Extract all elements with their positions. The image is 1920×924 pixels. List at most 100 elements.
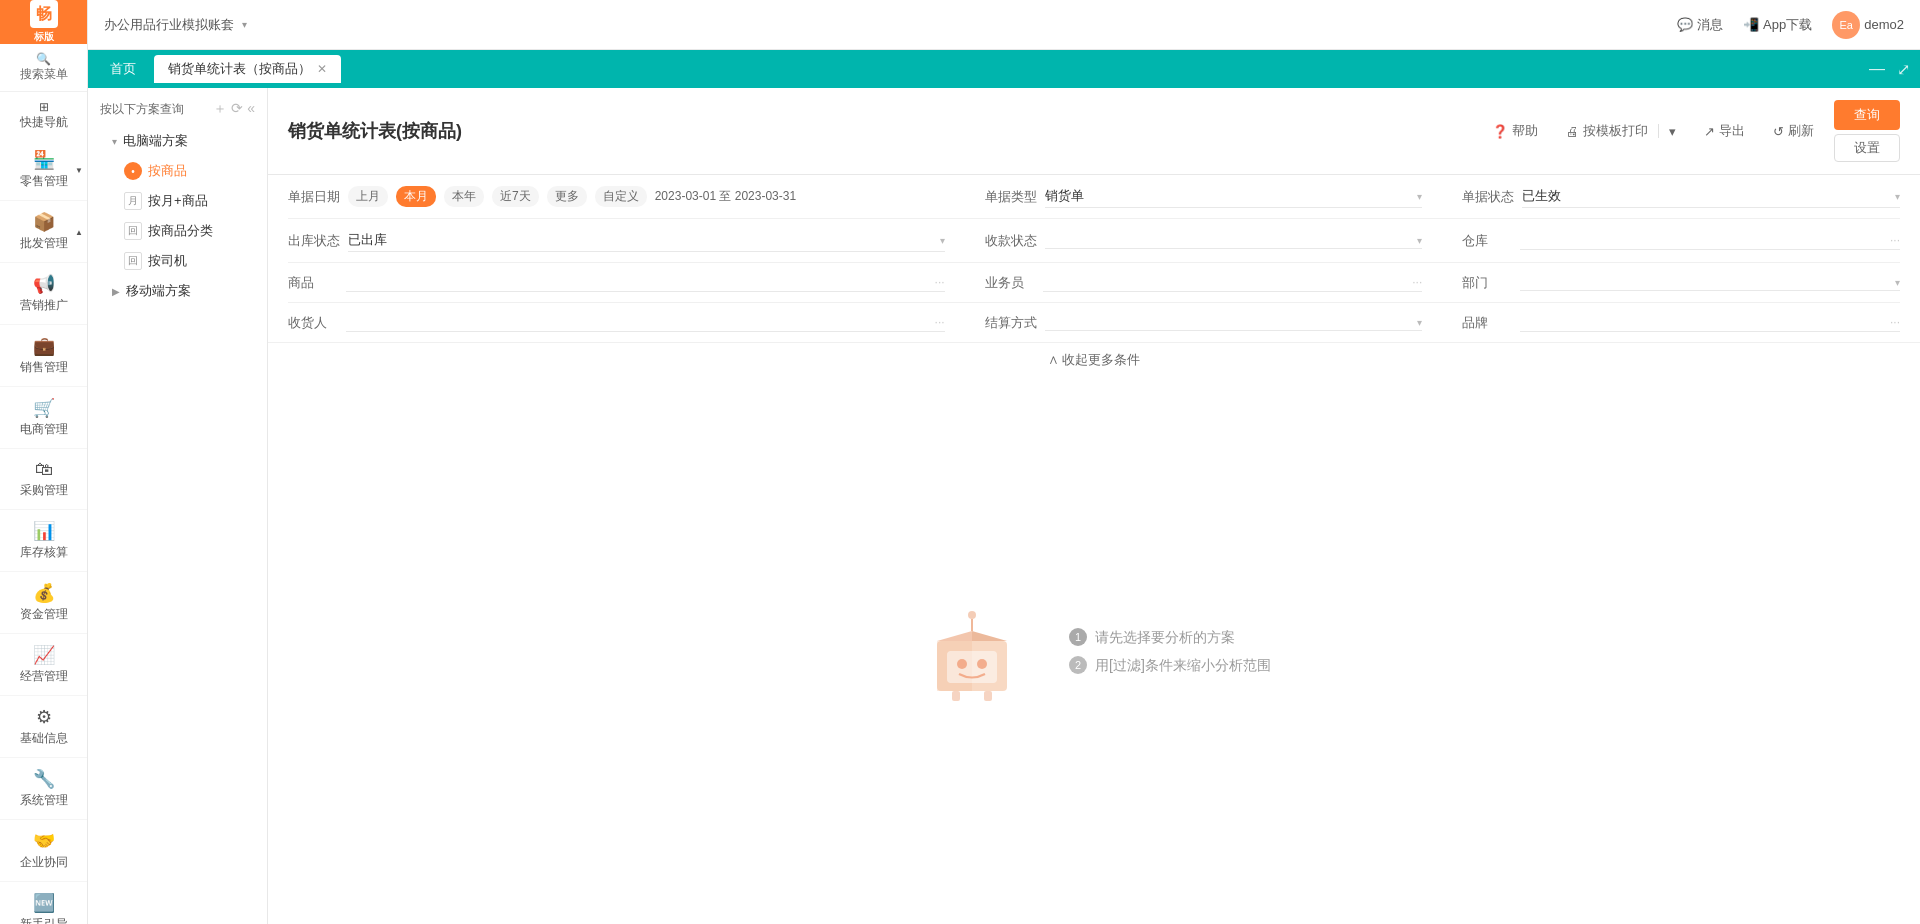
tree-item-by-goods-cat[interactable]: 回 按商品分类	[88, 216, 267, 246]
warehouse-dots: ···	[1890, 233, 1900, 247]
app-download-action[interactable]: 📲 App下载	[1743, 16, 1812, 34]
date-tag-this-month[interactable]: 本月	[396, 186, 436, 207]
app-logo: 畅 标版	[0, 0, 87, 44]
tab-close-icon[interactable]: ✕	[317, 62, 327, 76]
sidebar-item-purchase[interactable]: 🛍 采购管理	[0, 449, 87, 510]
panel-actions: ＋ ⟳ «	[213, 100, 255, 118]
doc-status-arrow: ▾	[1895, 191, 1900, 202]
collect-control[interactable]: ▾	[1045, 233, 1423, 249]
tab-home-label: 首页	[110, 60, 136, 78]
svg-point-3	[957, 659, 967, 669]
refresh-action[interactable]: ↺ 刷新	[1765, 118, 1822, 144]
empty-tip-2: 2 用[过滤]条件来缩小分析范围	[1069, 651, 1271, 679]
doc-status-value: 已生效	[1522, 187, 1895, 205]
tree-item-by-goods[interactable]: • 按商品	[88, 156, 267, 186]
warehouse-control[interactable]: ···	[1520, 231, 1900, 250]
sidebar-search[interactable]: 🔍 搜索菜单	[0, 44, 87, 92]
settle-label: 结算方式	[985, 314, 1037, 332]
filter-area: 单据日期 上月 本月 本年 近7天 更多 自定义 2023-03-01 至 20…	[268, 175, 1920, 342]
message-action[interactable]: 💬 消息	[1677, 16, 1723, 34]
sidebar-item-retail[interactable]: 🏪 零售管理	[0, 139, 87, 201]
sidebar-item-newbie[interactable]: 🆕 新手引导	[0, 882, 87, 924]
out-status-value: 已出库	[348, 231, 940, 249]
staff-control[interactable]: ···	[1043, 273, 1423, 292]
breadcrumb-text[interactable]: 办公用品行业模拟账套	[104, 16, 234, 34]
settings-button[interactable]: 设置	[1834, 134, 1900, 162]
refresh-label: 刷新	[1788, 122, 1814, 140]
sidebar-item-ecommerce[interactable]: 🛒 电商管理	[0, 387, 87, 449]
print-label-btn[interactable]: 🖨 按模板打印	[1558, 118, 1656, 144]
tree-goods-cat-icon: 回	[124, 222, 142, 240]
tree-pc-section[interactable]: ▾ 电脑端方案	[88, 126, 267, 156]
panel-title: 按以下方案查询	[100, 101, 184, 118]
date-tag-custom[interactable]: 自定义	[595, 186, 647, 207]
print-dropdown-btn[interactable]: ▾	[1661, 120, 1684, 143]
sidebar-quick-nav[interactable]: ⊞ 快捷导航	[0, 92, 87, 139]
filter-doc-type: 单据类型 销货单 ▾	[985, 185, 1423, 208]
svg-rect-8	[984, 691, 992, 701]
date-tag-more[interactable]: 更多	[547, 186, 587, 207]
sidebar-item-basic[interactable]: ⚙ 基础信息	[0, 696, 87, 758]
panel-refresh-icon[interactable]: ⟳	[231, 100, 243, 118]
tab-maximize-icon[interactable]: ⤢	[1895, 58, 1912, 81]
panel-collapse-icon[interactable]: «	[247, 100, 255, 118]
help-action[interactable]: ❓ 帮助	[1484, 118, 1546, 144]
doc-type-label: 单据类型	[985, 188, 1037, 206]
sidebar-item-inventory[interactable]: 📊 库存核算	[0, 510, 87, 572]
out-status-arrow: ▾	[940, 235, 945, 246]
filter-dept: 部门 ▾	[1462, 274, 1900, 292]
filter-brand: 品牌 ···	[1462, 313, 1900, 332]
collapse-more-row[interactable]: ∧ 收起更多条件	[268, 342, 1920, 377]
breadcrumb-dropdown-icon[interactable]: ▾	[242, 19, 247, 30]
panel-add-icon[interactable]: ＋	[213, 100, 227, 118]
tab-stats-label: 销货单统计表（按商品）	[168, 60, 311, 78]
out-status-control[interactable]: 已出库 ▾	[348, 229, 945, 252]
tab-stats[interactable]: 销货单统计表（按商品） ✕	[154, 55, 341, 83]
tree-selected-dot: •	[124, 162, 142, 180]
tree-item-by-month-goods[interactable]: 月 按月+商品	[88, 186, 267, 216]
date-tag-this-year[interactable]: 本年	[444, 186, 484, 207]
system-icon: 🔧	[4, 768, 83, 790]
query-button[interactable]: 查询	[1834, 100, 1900, 130]
brand-control[interactable]: ···	[1520, 313, 1900, 332]
date-tag-last-month[interactable]: 上月	[348, 186, 388, 207]
dept-arrow: ▾	[1895, 277, 1900, 288]
staff-dots: ···	[1412, 275, 1422, 289]
breadcrumb-area: 办公用品行业模拟账套 ▾	[104, 16, 247, 34]
sidebar-item-enterprise[interactable]: 🤝 企业协同	[0, 820, 87, 882]
dept-control[interactable]: ▾	[1520, 275, 1900, 291]
doc-type-control[interactable]: 销货单 ▾	[1045, 185, 1423, 208]
date-tag-7days[interactable]: 近7天	[492, 186, 539, 207]
sidebar-item-finance[interactable]: 💰 资金管理	[0, 572, 87, 634]
tree-driver-icon: 回	[124, 252, 142, 270]
filter-settle: 结算方式 ▾	[985, 314, 1423, 332]
doc-status-control[interactable]: 已生效 ▾	[1522, 185, 1900, 208]
doc-type-value: 销货单	[1045, 187, 1418, 205]
export-action[interactable]: ↗ 导出	[1696, 118, 1753, 144]
doc-type-arrow: ▾	[1417, 191, 1422, 202]
goods-control[interactable]: ···	[346, 273, 945, 292]
sidebar-item-operations[interactable]: 📈 经营管理	[0, 634, 87, 696]
date-label: 单据日期	[288, 188, 340, 206]
user-action[interactable]: Ea demo2	[1832, 11, 1904, 39]
tab-home[interactable]: 首页	[96, 55, 150, 83]
tree-mobile-section[interactable]: ▶ 移动端方案	[88, 276, 267, 306]
tree-item-by-driver[interactable]: 回 按司机	[88, 246, 267, 276]
dept-label: 部门	[1462, 274, 1512, 292]
sidebar-item-system[interactable]: 🔧 系统管理	[0, 758, 87, 820]
sidebar-item-wholesale[interactable]: 📦 批发管理	[0, 201, 87, 263]
wholesale-icon: 📦	[4, 211, 83, 233]
sidebar-item-marketing[interactable]: 📢 营销推广	[0, 263, 87, 325]
settle-control[interactable]: ▾	[1045, 315, 1423, 331]
tip1-text: 请先选择要分析的方案	[1095, 623, 1235, 651]
tab-bar-actions: — ⤢	[1867, 58, 1912, 81]
filter-out-status: 出库状态 已出库 ▾	[288, 229, 945, 252]
inventory-icon: 📊	[4, 520, 83, 542]
retail-icon: 🏪	[4, 149, 83, 171]
receiver-control[interactable]: ···	[346, 313, 945, 332]
print-label: 按模板打印	[1583, 122, 1648, 140]
sidebar-item-sales[interactable]: 💼 销售管理	[0, 325, 87, 387]
tree-item-label: 按商品	[148, 162, 187, 180]
svg-point-6	[968, 611, 976, 619]
tab-minimize-icon[interactable]: —	[1867, 58, 1887, 80]
